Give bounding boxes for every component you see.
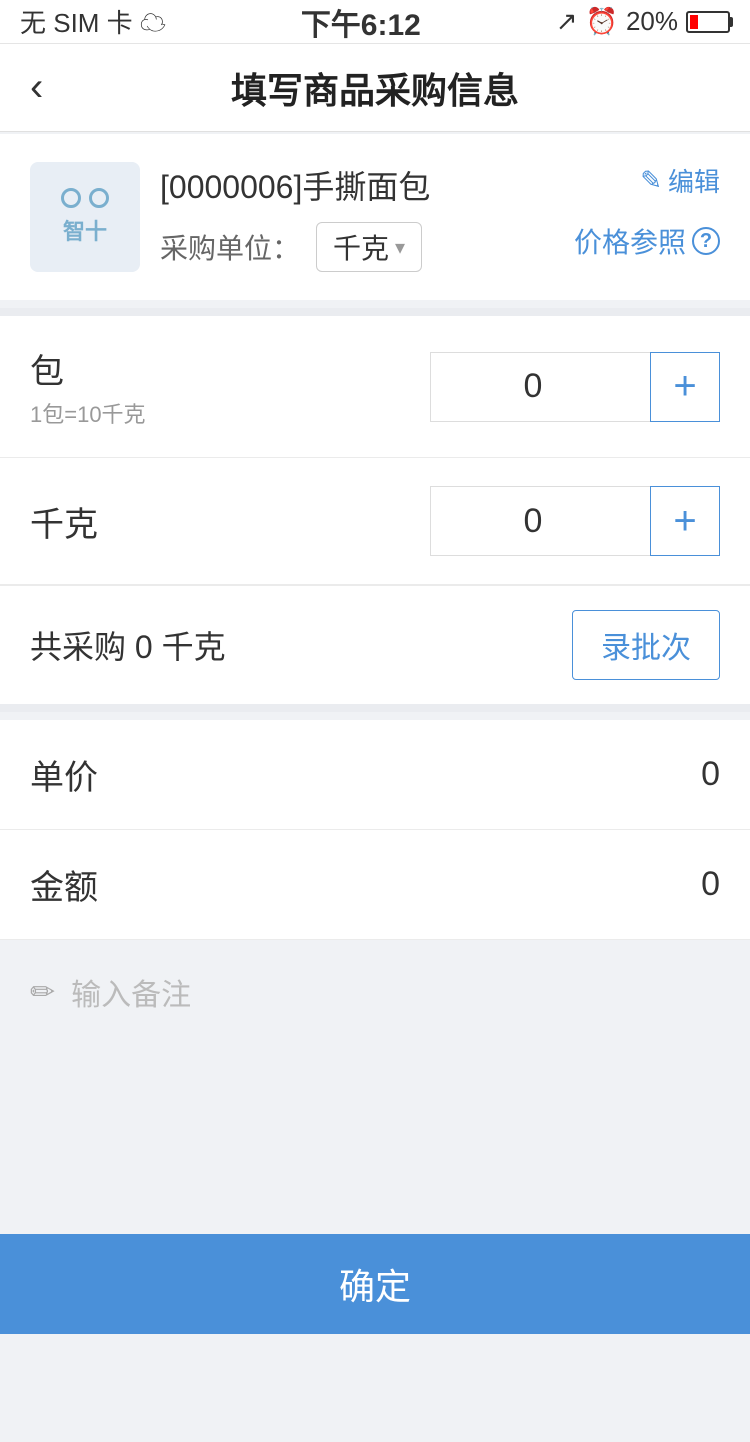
quantity-kg-row: 千克 + bbox=[0, 458, 750, 585]
page-title: 填写商品采购信息 bbox=[90, 62, 660, 114]
summary-text: 共采购 0 千克 bbox=[30, 622, 226, 668]
back-button[interactable]: ‹ bbox=[30, 65, 90, 110]
pencil-icon: ✏ bbox=[30, 975, 55, 1010]
remark-placeholder: 输入备注 bbox=[71, 970, 191, 1014]
owl-eye-right bbox=[89, 188, 109, 208]
kg-label: 千克 bbox=[30, 497, 190, 546]
amount-value: 0 bbox=[701, 865, 720, 904]
product-card: 智十 [0000006]手撕面包 采购单位： 千克 ▾ ✎ 编辑 价格参照 ? bbox=[0, 134, 750, 308]
owl-text: 智十 bbox=[63, 214, 107, 246]
location-icon: ↗ bbox=[556, 6, 578, 37]
price-amount-section: 单价 0 金额 0 bbox=[0, 720, 750, 940]
quantity-bao-row: 包 1包=10千克 + bbox=[0, 316, 750, 458]
input-section: 包 1包=10千克 + 千克 + 共采购 0 千克 录批次 bbox=[0, 316, 750, 704]
batch-record-button[interactable]: 录批次 bbox=[572, 610, 720, 680]
unit-price-label: 单价 bbox=[30, 750, 98, 799]
amount-label: 金额 bbox=[30, 860, 98, 909]
price-ref-label: 价格参照 bbox=[574, 221, 686, 261]
bao-label: 包 1包=10千克 bbox=[30, 344, 190, 429]
product-thumbnail: 智十 bbox=[30, 162, 140, 272]
status-left: 无 SIM 卡 ☁ bbox=[20, 3, 166, 40]
product-info: [0000006]手撕面包 采购单位： 千克 ▾ bbox=[160, 162, 554, 272]
alarm-icon: ⏰ bbox=[586, 6, 618, 37]
battery-text: 20% bbox=[626, 6, 678, 37]
owl-eye-left bbox=[61, 188, 81, 208]
unit-select[interactable]: 千克 ▾ bbox=[316, 222, 422, 272]
status-time: 下午6:12 bbox=[301, 0, 421, 44]
bao-input-control: + bbox=[190, 352, 720, 422]
product-logo: 智十 bbox=[45, 177, 125, 257]
unit-dropdown-arrow: ▾ bbox=[395, 235, 405, 260]
unit-price-value: 0 bbox=[701, 755, 720, 794]
product-right-col: ✎ 编辑 价格参照 ? bbox=[574, 162, 720, 261]
section-divider-1 bbox=[0, 308, 750, 316]
summary-row: 共采购 0 千克 录批次 bbox=[0, 585, 750, 704]
edit-icon: ✎ bbox=[640, 165, 662, 196]
bao-plus-button[interactable]: + bbox=[650, 352, 720, 422]
unit-label: 采购单位： bbox=[160, 227, 300, 267]
unit-value: 千克 bbox=[333, 227, 389, 267]
price-reference-button[interactable]: 价格参照 ? bbox=[574, 221, 720, 261]
bao-label-sub: 1包=10千克 bbox=[30, 397, 190, 429]
bao-quantity-input[interactable] bbox=[430, 352, 650, 422]
kg-input-control: + bbox=[190, 486, 720, 556]
confirm-button[interactable]: 确定 bbox=[0, 1234, 750, 1334]
kg-label-main: 千克 bbox=[30, 497, 190, 546]
owl-eyes bbox=[61, 188, 109, 208]
battery-icon bbox=[686, 11, 730, 33]
edit-label: 编辑 bbox=[668, 162, 720, 199]
amount-row: 金额 0 bbox=[0, 830, 750, 940]
product-unit-row: 采购单位： 千克 ▾ bbox=[160, 222, 554, 272]
section-divider-2 bbox=[0, 704, 750, 712]
bao-label-main: 包 bbox=[30, 344, 190, 393]
confirm-button-label: 确定 bbox=[339, 1258, 411, 1310]
nav-bar: ‹ 填写商品采购信息 bbox=[0, 44, 750, 132]
product-name: [0000006]手撕面包 bbox=[160, 162, 554, 208]
remark-area[interactable]: ✏ 输入备注 bbox=[0, 942, 750, 1042]
no-sim-text: 无 SIM 卡 ☁ bbox=[20, 3, 166, 40]
unit-price-row: 单价 0 bbox=[0, 720, 750, 830]
kg-plus-button[interactable]: + bbox=[650, 486, 720, 556]
help-icon: ? bbox=[692, 227, 720, 255]
edit-button[interactable]: ✎ 编辑 bbox=[640, 162, 720, 199]
status-right: ↗ ⏰ 20% bbox=[556, 6, 730, 37]
kg-quantity-input[interactable] bbox=[430, 486, 650, 556]
status-bar: 无 SIM 卡 ☁ 下午6:12 ↗ ⏰ 20% bbox=[0, 0, 750, 44]
